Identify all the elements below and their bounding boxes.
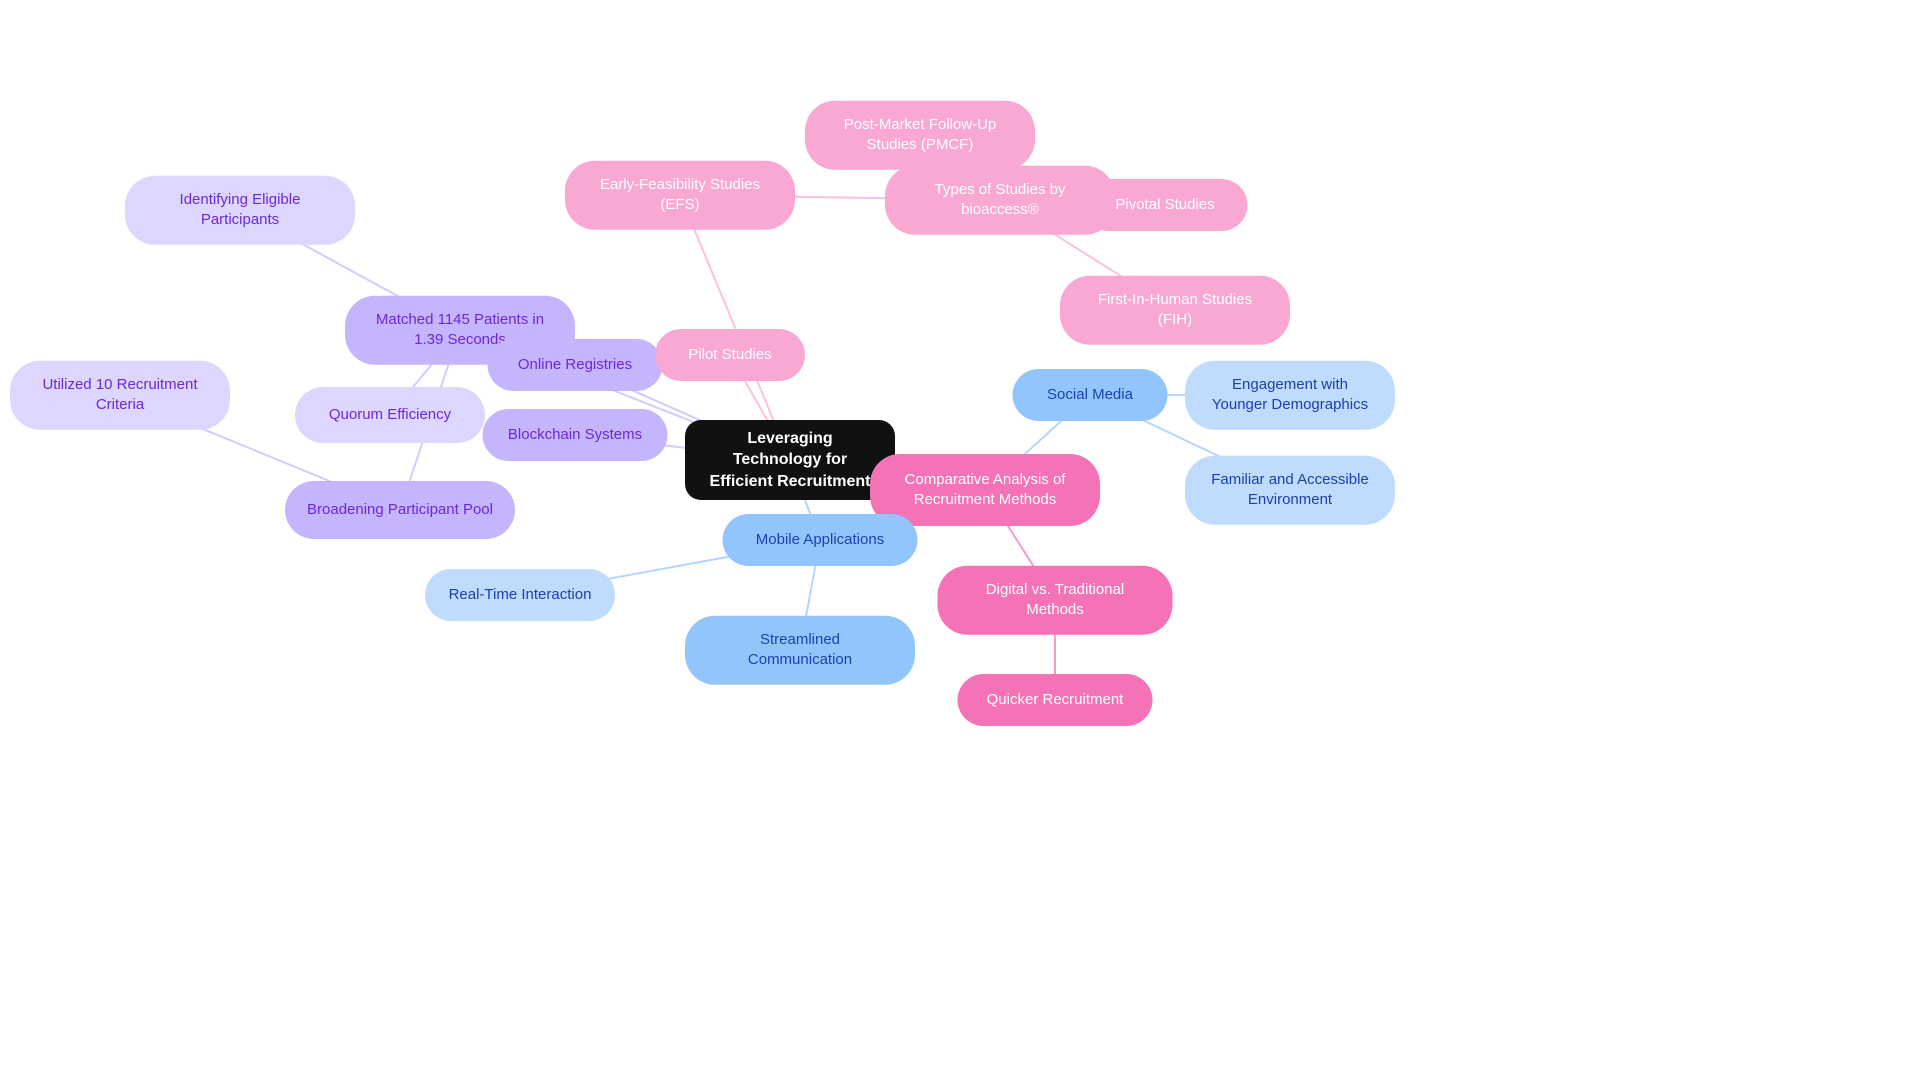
node-blockchain[interactable]: Blockchain Systems xyxy=(483,409,668,461)
node-utilized[interactable]: Utilized 10 Recruitment Criteria xyxy=(10,361,230,430)
node-streamlined[interactable]: Streamlined Communication xyxy=(685,616,915,685)
node-engagement[interactable]: Engagement with Younger Demographics xyxy=(1185,361,1395,430)
node-familiar[interactable]: Familiar and Accessible Environment xyxy=(1185,456,1395,525)
node-comparative[interactable]: Comparative Analysis of Recruitment Meth… xyxy=(870,454,1100,526)
node-early_feasibility[interactable]: Early-Feasibility Studies (EFS) xyxy=(565,161,795,230)
node-types_studies[interactable]: Types of Studies by bioaccess® xyxy=(885,166,1115,235)
node-digital_vs[interactable]: Digital vs. Traditional Methods xyxy=(938,566,1173,635)
mind-map-container: Leveraging Technology for Efficient Recr… xyxy=(0,0,1920,1083)
node-post_market[interactable]: Post-Market Follow-Up Studies (PMCF) xyxy=(805,101,1035,170)
node-first_human[interactable]: First-In-Human Studies (FIH) xyxy=(1060,276,1290,345)
node-identifying[interactable]: Identifying Eligible Participants xyxy=(125,176,355,245)
node-online[interactable]: Online Registries xyxy=(488,339,663,391)
node-realtime[interactable]: Real-Time Interaction xyxy=(425,569,615,621)
node-pivotal[interactable]: Pivotal Studies xyxy=(1083,179,1248,231)
node-pilot[interactable]: Pilot Studies xyxy=(655,329,805,381)
node-social_media[interactable]: Social Media xyxy=(1013,369,1168,421)
node-mobile[interactable]: Mobile Applications xyxy=(723,514,918,566)
node-broadening[interactable]: Broadening Participant Pool xyxy=(285,481,515,539)
node-quicker[interactable]: Quicker Recruitment xyxy=(958,674,1153,726)
node-quorum[interactable]: Quorum Efficiency xyxy=(295,387,485,443)
node-center[interactable]: Leveraging Technology for Efficient Recr… xyxy=(685,420,895,500)
